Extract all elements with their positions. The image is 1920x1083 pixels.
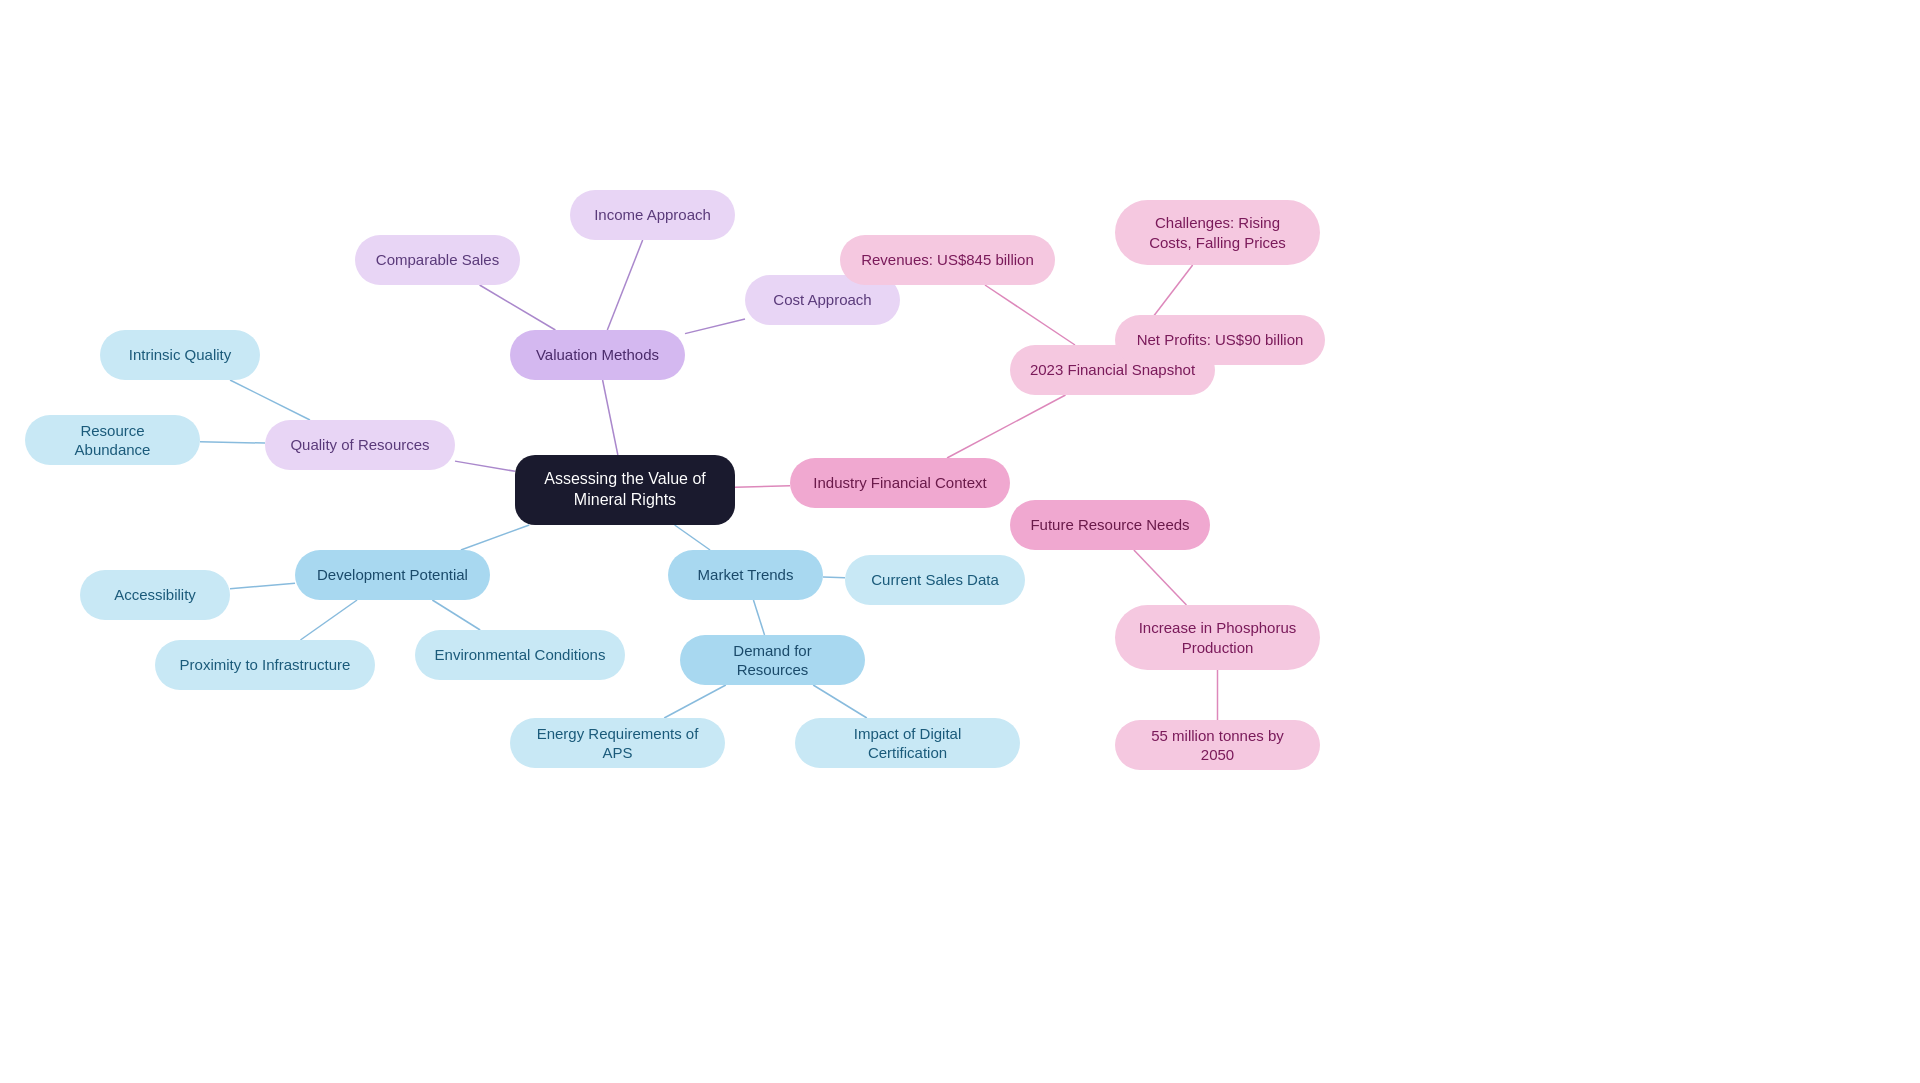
industry-financial-context-node: Industry Financial Context <box>790 458 1010 508</box>
impact-digital-node: Impact of Digital Certification <box>795 718 1020 768</box>
accessibility-node: Accessibility <box>80 570 230 620</box>
svg-line-10 <box>230 583 295 588</box>
revenues-node: Revenues: US$845 billion <box>840 235 1055 285</box>
svg-line-23 <box>813 685 867 718</box>
svg-line-6 <box>200 442 265 443</box>
proximity-infrastructure-node: Proximity to Infrastructure <box>155 640 375 690</box>
comparable-sales-node: Comparable Sales <box>355 235 520 285</box>
challenges-node: Challenges: Rising Costs, Falling Prices <box>1115 200 1320 265</box>
svg-line-2 <box>461 525 529 550</box>
svg-line-22 <box>664 685 726 718</box>
svg-line-21 <box>753 600 764 635</box>
55-million-node: 55 million tonnes by 2050 <box>1115 720 1320 770</box>
future-resource-needs-node: Future Resource Needs <box>1010 500 1210 550</box>
svg-line-13 <box>947 395 1065 458</box>
svg-line-0 <box>455 461 515 471</box>
development-potential-node: Development Potential <box>295 550 490 600</box>
svg-line-11 <box>300 600 357 640</box>
demand-for-resources-node: Demand for Resources <box>680 635 865 685</box>
resource-abundance-node: Resource Abundance <box>25 415 200 465</box>
svg-line-1 <box>603 380 618 455</box>
svg-line-7 <box>480 285 556 330</box>
svg-line-9 <box>685 319 745 334</box>
increase-phosphorus-node: Increase in Phosphorus Production <box>1115 605 1320 670</box>
svg-line-20 <box>823 577 845 578</box>
center-node: Assessing the Value of Mineral Rights <box>515 455 735 525</box>
valuation-methods-node: Valuation Methods <box>510 330 685 380</box>
svg-line-3 <box>735 486 790 487</box>
svg-line-14 <box>985 285 1075 345</box>
intrinsic-quality-node: Intrinsic Quality <box>100 330 260 380</box>
net-profits-node: Net Profits: US$90 billion <box>1115 315 1325 365</box>
environmental-conditions-node: Environmental Conditions <box>415 630 625 680</box>
svg-line-4 <box>675 525 710 550</box>
income-approach-node: Income Approach <box>570 190 735 240</box>
current-sales-data-node: Current Sales Data <box>845 555 1025 605</box>
quality-of-resources-node: Quality of Resources <box>265 420 455 470</box>
energy-requirements-node: Energy Requirements of APS <box>510 718 725 768</box>
svg-line-8 <box>607 240 642 330</box>
svg-line-12 <box>432 600 480 630</box>
svg-line-18 <box>1134 550 1187 605</box>
svg-line-5 <box>230 380 310 420</box>
market-trends-node: Market Trends <box>668 550 823 600</box>
